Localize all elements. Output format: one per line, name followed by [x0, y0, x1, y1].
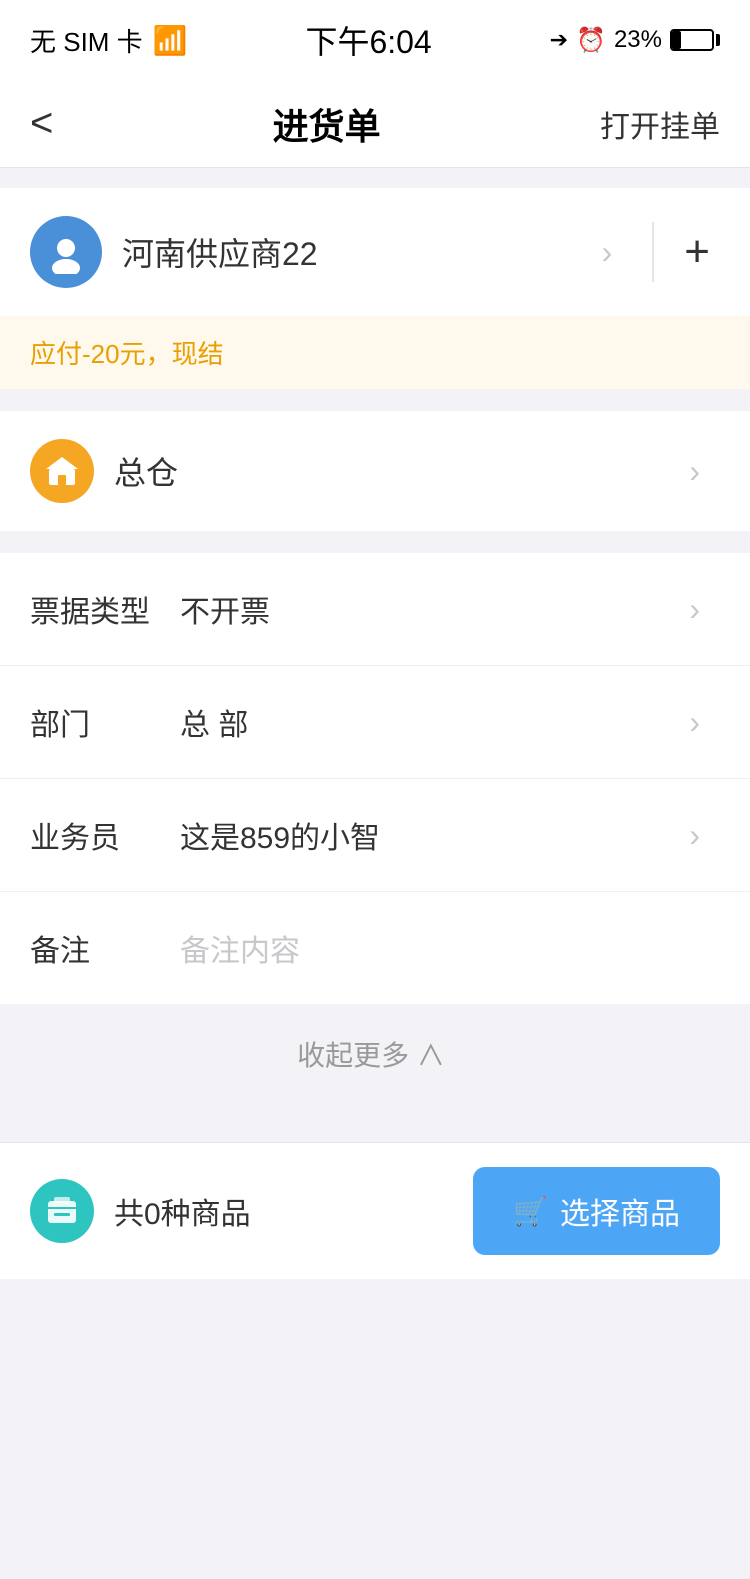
status-left: 无 SIM 卡 📶 [30, 22, 188, 59]
invoice-type-label: 票据类型 [30, 587, 150, 631]
nav-bar: < 进货单 打开挂单 [0, 80, 750, 168]
product-count: 共0种商品 [114, 1189, 473, 1233]
battery-percent: 23% [614, 26, 662, 54]
warehouse-name: 总仓 [114, 448, 689, 494]
supplier-name: 河南供应商22 [122, 229, 602, 275]
open-pending-button[interactable]: 打开挂单 [600, 102, 720, 146]
select-btn-label: 选择商品 [560, 1189, 680, 1233]
invoice-type-chevron: › [689, 591, 700, 628]
department-value: 总 部 [180, 700, 689, 744]
location-icon: ➔ [550, 27, 568, 53]
page-background [0, 1279, 750, 1579]
warehouse-icon [30, 439, 94, 503]
collapse-row[interactable]: 收起更多 ∧ [0, 1006, 750, 1102]
department-chevron: › [689, 704, 700, 741]
status-time: 下午6:04 [305, 17, 431, 63]
warehouse-row[interactable]: 总仓 › [0, 411, 750, 531]
department-label: 部门 [30, 700, 150, 744]
section-gap-3 [0, 533, 750, 553]
department-row[interactable]: 部门 总 部 › [0, 666, 750, 779]
status-right: ➔ ⏰ 23% [550, 26, 720, 55]
invoice-type-row[interactable]: 票据类型 不开票 › [0, 553, 750, 666]
wifi-icon: 📶 [153, 24, 188, 57]
supplier-card: 河南供应商22 › + 应付-20元，现结 [0, 188, 750, 389]
supplier-chevron-icon: › [602, 234, 613, 271]
invoice-type-value: 不开票 [180, 587, 689, 631]
remark-label: 备注 [30, 926, 150, 970]
battery-icon [670, 29, 720, 51]
alarm-icon: ⏰ [576, 26, 606, 55]
section-gap-2 [0, 391, 750, 411]
warehouse-card[interactable]: 总仓 › [0, 411, 750, 531]
no-sim-text: 无 SIM 卡 [30, 22, 143, 59]
section-gap-4 [0, 1102, 750, 1142]
collapse-label: 收起更多 ∧ [297, 1034, 445, 1074]
back-button[interactable]: < [30, 101, 53, 146]
salesperson-value: 这是859的小智 [180, 813, 689, 857]
form-section: 票据类型 不开票 › 部门 总 部 › 业务员 这是859的小智 › 备注 备注… [0, 553, 750, 1004]
salesperson-chevron: › [689, 817, 700, 854]
select-btn-icon: 🛒 [513, 1195, 548, 1228]
supplier-notice: 应付-20元，现结 [0, 316, 750, 389]
status-bar: 无 SIM 卡 📶 下午6:04 ➔ ⏰ 23% [0, 0, 750, 80]
salesperson-row[interactable]: 业务员 这是859的小智 › [0, 779, 750, 892]
page-title: 进货单 [273, 98, 381, 150]
bottom-bar: 共0种商品 🛒 选择商品 [0, 1142, 750, 1279]
supplier-avatar [30, 216, 102, 288]
salesperson-label: 业务员 [30, 813, 150, 857]
select-product-button[interactable]: 🛒 选择商品 [473, 1167, 720, 1255]
section-gap-1 [0, 168, 750, 188]
warehouse-chevron-icon: › [689, 453, 700, 490]
supplier-row[interactable]: 河南供应商22 › + [0, 188, 750, 316]
supplier-divider [652, 222, 654, 282]
remark-row[interactable]: 备注 备注内容 [0, 892, 750, 1004]
product-icon [30, 1179, 94, 1243]
add-supplier-button[interactable]: + [674, 227, 720, 277]
remark-input[interactable]: 备注内容 [180, 926, 720, 970]
